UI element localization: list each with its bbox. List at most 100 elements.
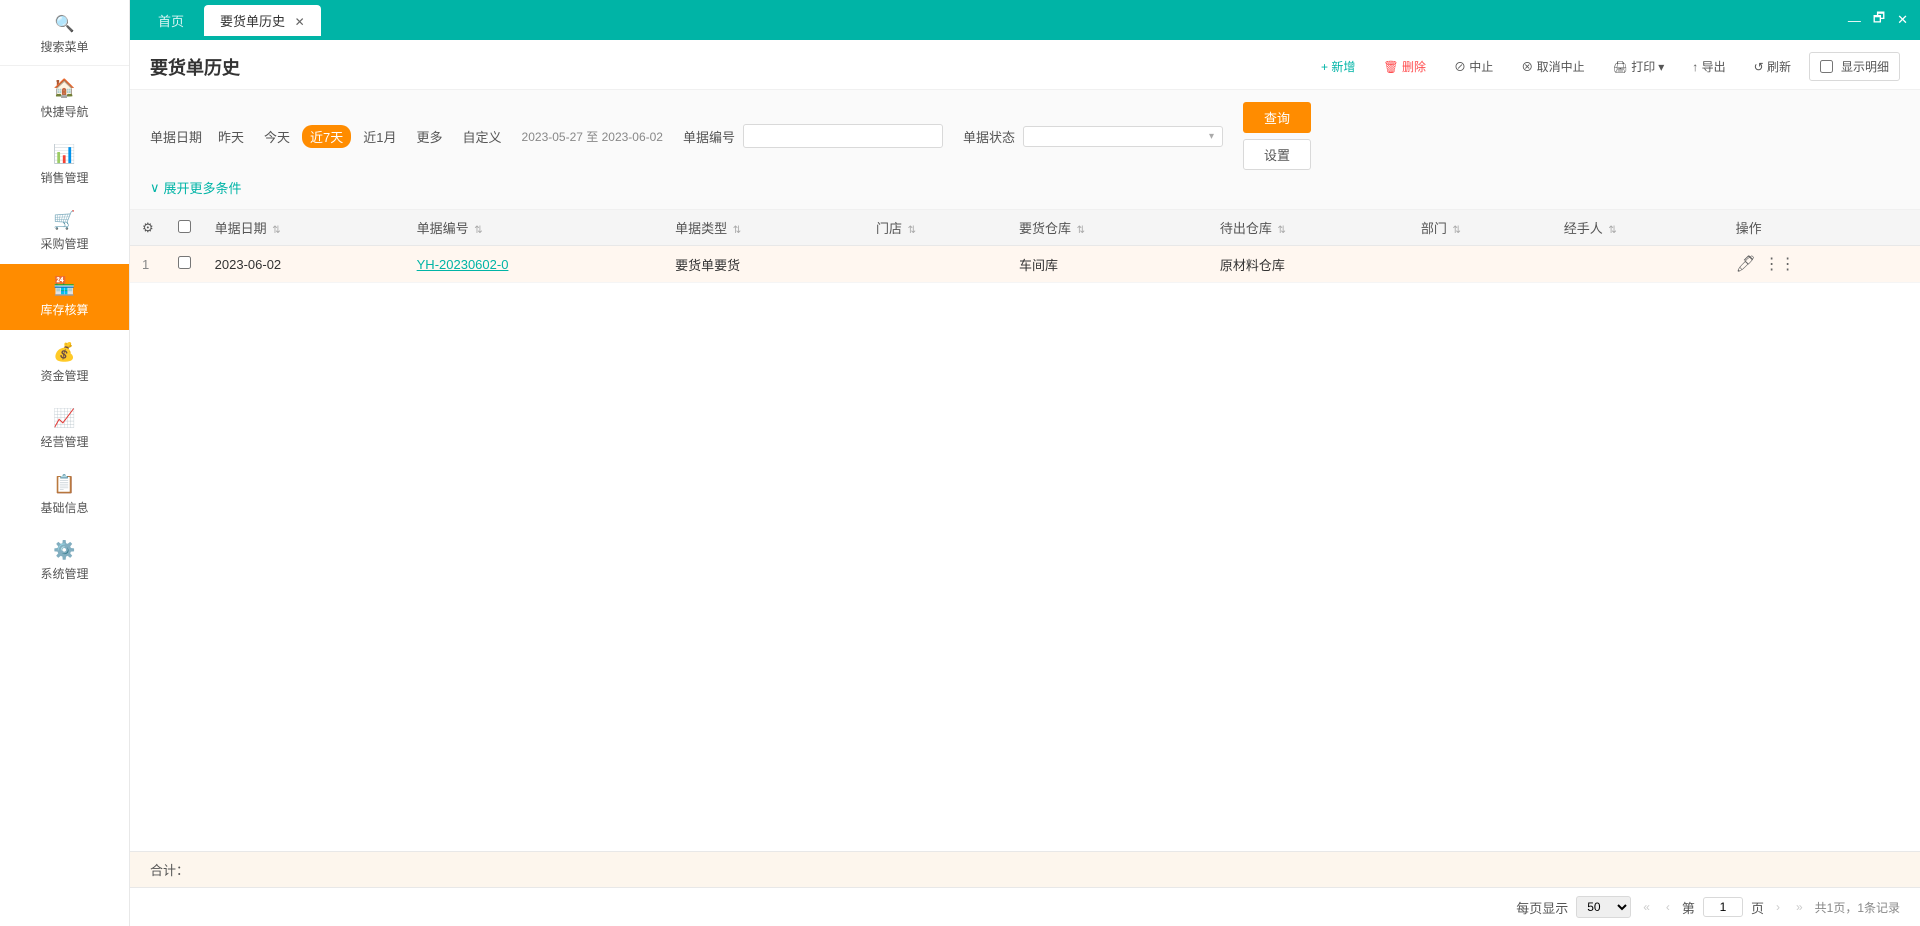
th-settings[interactable]: ⚙ [130,210,166,246]
doc-no-input[interactable] [743,124,943,148]
th-doc-no[interactable]: 单据编号 ⇅ [405,210,663,246]
tab-close-icon[interactable]: ✕ [295,15,305,29]
row-checkbox[interactable] [178,256,191,269]
sidebar-item-sales[interactable]: 📊 销售管理 [0,132,129,198]
select-all-checkbox[interactable] [178,220,191,233]
sidebar-item-purchase[interactable]: 🛒 采购管理 [0,198,129,264]
row-checkbox-cell [166,246,203,283]
tab-home[interactable]: 首页 [142,5,200,36]
stop-button[interactable]: ⊘ 中止 [1444,53,1503,80]
footer-label: 合计： [150,860,189,879]
table-footer: 合计： [130,851,1920,887]
display-detail-checkbox[interactable] [1820,60,1833,73]
date-more-btn[interactable]: 更多 [409,125,451,148]
sidebar-search[interactable]: 🔍 搜索菜单 [0,0,129,66]
page-header: 要货单历史 + 新增 🗑 删除 ⊘ 中止 ⊗ 取消中止 🖨 打印 ▾ [130,40,1920,90]
sort-icon: ⇅ [474,225,482,236]
sidebar-item-basic-info[interactable]: 📋 基础信息 [0,462,129,528]
filter-area: 单据日期 昨天 今天 近7天 近1月 [130,90,1920,210]
search-icon: 🔍 [55,14,75,34]
tab-requisition-history[interactable]: 要货单历史 ✕ [204,5,321,36]
tab-bar-right: — 🗗 ✕ [1848,9,1908,31]
expand-more-btn[interactable]: ∨ 展开更多条件 [150,178,1900,197]
sort-icon: ⇅ [1452,225,1460,236]
tab-home-label: 首页 [158,14,184,29]
sidebar-item-quick-nav[interactable]: 🏠 快捷导航 [0,66,129,132]
th-checkbox [166,210,203,246]
display-detail-button[interactable]: 显示明细 [1809,52,1900,81]
page-actions: + 新增 🗑 删除 ⊘ 中止 ⊗ 取消中止 🖨 打印 ▾ ↑ 导出 [1311,52,1900,81]
next-page-btn[interactable]: › [1772,898,1784,916]
display-detail-label: 显示明细 [1841,58,1889,75]
query-button[interactable]: 查询 [1243,102,1311,133]
cell-operation: 🖊 ⋮⋮ [1724,246,1920,283]
th-handler[interactable]: 经手人 ⇅ [1552,210,1724,246]
new-button[interactable]: + 新增 [1311,53,1365,80]
sort-icon: ⇅ [1608,225,1616,236]
doc-no-link[interactable]: YH-20230602-0 [417,257,509,272]
cell-doc-date: 2023-06-02 [203,246,405,283]
delete-button[interactable]: 🗑 删除 [1373,53,1436,80]
th-department[interactable]: 部门 ⇅ [1409,210,1552,246]
sidebar-item-operations[interactable]: 📈 经营管理 [0,396,129,462]
sidebar-item-label: 基础信息 [40,499,88,516]
filter-doc-status: 单据状态 ▾ [963,126,1223,147]
list-icon: 📋 [53,474,75,495]
pagination: 每页显示 50 10 20 100 « ‹ 第 页 › » 共1页，1条记录 [130,887,1920,926]
page-suffix: 页 [1751,898,1764,917]
doc-date-label: 单据日期 [150,127,202,146]
sidebar-item-label: 销售管理 [40,169,88,186]
cell-doc-no: YH-20230602-0 [405,246,663,283]
data-table: ⚙ 单据日期 ⇅ 单据编号 ⇅ 单据类型 [130,210,1920,283]
export-button[interactable]: ↑ 导出 [1682,53,1735,80]
page-size-select[interactable]: 50 10 20 100 [1576,896,1631,918]
filter-doc-date: 单据日期 昨天 今天 近7天 近1月 [150,125,663,148]
action-buttons-right: 查询 设置 [1243,102,1311,170]
last-page-btn[interactable]: » [1792,898,1807,916]
date-last-month-btn[interactable]: 近1月 [355,125,404,148]
sidebar-item-inventory[interactable]: 🏪 库存核算 [0,264,129,330]
prev-page-btn[interactable]: ‹ [1662,898,1674,916]
warehouse-icon: 🏪 [53,276,75,297]
filter-doc-no: 单据编号 [683,124,943,148]
cancel-stop-button[interactable]: ⊗ 取消中止 [1511,53,1594,80]
th-store[interactable]: 门店 ⇅ [864,210,1007,246]
chart-icon: 📊 [53,144,75,165]
cell-pending-warehouse: 原材料仓库 [1208,246,1409,283]
date-last7-btn[interactable]: 近7天 [302,125,351,148]
window-minimize-btn[interactable]: — [1848,13,1861,28]
sidebar-item-label: 经营管理 [40,433,88,450]
page-title: 要货单历史 [150,54,240,80]
th-doc-type[interactable]: 单据类型 ⇅ [663,210,864,246]
date-today-btn[interactable]: 今天 [256,125,298,148]
table-row: 1 2023-06-02 YH-20230602-0 要货单要货 车间库 原材料… [130,246,1920,283]
tab-requisition-label: 要货单历史 [220,14,285,29]
sidebar-item-finance[interactable]: 💰 资金管理 [0,330,129,396]
cell-department [1409,246,1552,283]
view-icon[interactable]: 🖊 [1736,256,1756,273]
set-button[interactable]: 设置 [1243,139,1311,170]
print-dropdown-icon[interactable]: ▾ [1658,60,1664,74]
more-icon[interactable]: ⋮⋮ [1764,256,1796,273]
doc-no-label: 单据编号 [683,127,735,146]
sort-icon: ⇅ [1077,225,1085,236]
page-input[interactable] [1703,897,1743,917]
print-button-label: 🖨 打印 [1613,58,1656,75]
refresh-button-label: ↺ 刷新 [1754,58,1791,75]
first-page-btn[interactable]: « [1639,898,1654,916]
page-label: 第 [1682,898,1695,917]
date-yesterday-btn[interactable]: 昨天 [210,125,252,148]
stop-button-label: ⊘ 中止 [1454,58,1493,75]
th-pending-warehouse[interactable]: 待出仓库 ⇅ [1208,210,1409,246]
window-close-btn[interactable]: ✕ [1897,12,1908,28]
th-req-warehouse[interactable]: 要货仓库 ⇅ [1007,210,1208,246]
sidebar-item-system[interactable]: ⚙️ 系统管理 [0,528,129,594]
date-custom-btn[interactable]: 自定义 [455,125,510,148]
th-doc-date[interactable]: 单据日期 ⇅ [203,210,405,246]
refresh-button[interactable]: ↺ 刷新 [1744,53,1801,80]
money-icon: 💰 [53,342,75,363]
doc-status-select[interactable]: ▾ [1023,126,1223,147]
cart-icon: 🛒 [53,210,75,231]
print-button[interactable]: 🖨 打印 ▾ [1603,53,1675,80]
window-restore-btn[interactable]: 🗗 [1873,9,1885,31]
